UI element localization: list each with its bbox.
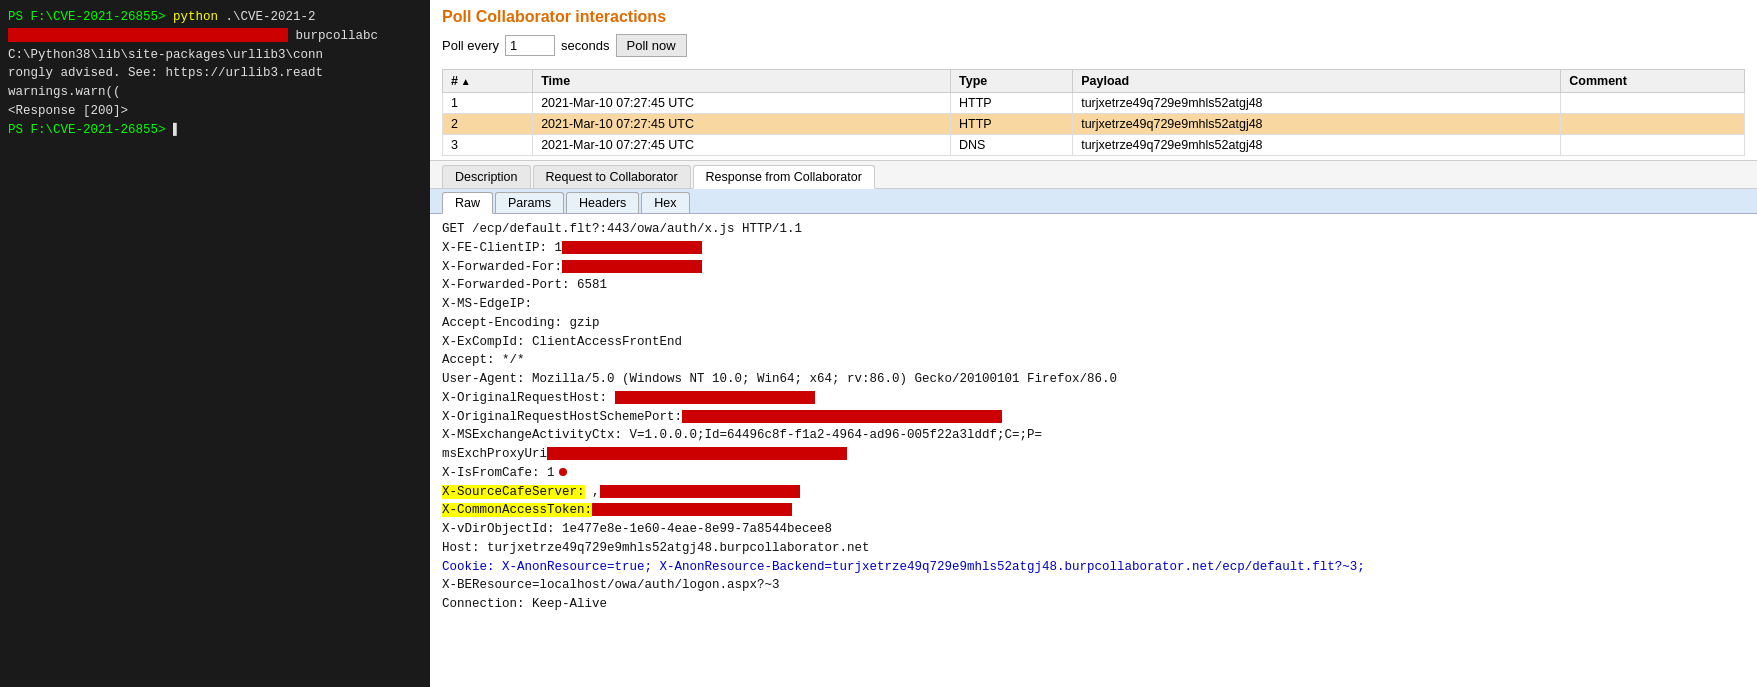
content-line-5: X-MS-EdgeIP: [442,295,1745,314]
cell-time: 2021-Mar-10 07:27:45 UTC [533,135,951,156]
tab-raw[interactable]: Raw [442,192,493,214]
table-row[interactable]: 22021-Mar-10 07:27:45 UTCHTTPturjxetrze4… [443,114,1745,135]
poll-section: Poll Collaborator interactions Poll ever… [430,0,1757,69]
content-line-12: X-MSExchangeActivityCtx: V=1.0.0.0;Id=64… [442,426,1745,445]
cell-type: HTTP [951,93,1073,114]
term-line-6: <Response [200]> [8,102,422,121]
tab-response-from-collaborator[interactable]: Response from Collaborator [693,165,875,189]
tab-hex[interactable]: Hex [641,192,689,213]
table-row[interactable]: 12021-Mar-10 07:27:45 UTCHTTPturjxetrze4… [443,93,1745,114]
term-line-1: PS F:\CVE-2021-26855> python .\CVE-2021-… [8,8,422,27]
term-line-5: warnings.warn(( [8,83,422,102]
cell-comment [1561,114,1745,135]
table-header-row: # Time Type Payload Comment [443,70,1745,93]
content-line-19: Cookie: X-AnonResource=true; X-AnonResou… [442,558,1745,577]
poll-now-button[interactable]: Poll now [616,34,687,57]
poll-seconds-label: seconds [561,38,609,53]
content-line-6: Accept-Encoding: gzip [442,314,1745,333]
col-header-payload[interactable]: Payload [1073,70,1561,93]
redact-proxy-uri [547,447,847,460]
content-line-21: Connection: Keep-Alive [442,595,1745,614]
content-line-3: X-Forwarded-For: [442,258,1745,277]
red-dot-indicator [559,468,567,476]
outer-tabs: Description Request to Collaborator Resp… [430,161,1757,189]
content-line-9: User-Agent: Mozilla/5.0 (Windows NT 10.0… [442,370,1745,389]
inner-tabs: Raw Params Headers Hex [430,189,1757,214]
redact-forwarded-for [562,260,702,273]
term-line-2: burpcollabc [8,27,422,46]
content-line-7: X-ExCompId: ClientAccessFrontEnd [442,333,1745,352]
col-header-id[interactable]: # [443,70,533,93]
table-body: 12021-Mar-10 07:27:45 UTCHTTPturjxetrze4… [443,93,1745,156]
redact-orig-host [615,391,815,404]
cell-time: 2021-Mar-10 07:27:45 UTC [533,93,951,114]
cell-id: 1 [443,93,533,114]
interactions-table: # Time Type Payload Comment 12021-Mar-10… [442,69,1745,156]
poll-controls: Poll every seconds Poll now [442,34,1745,57]
content-line-4: X-Forwarded-Port: 6581 [442,276,1745,295]
cell-id: 2 [443,114,533,135]
poll-every-label: Poll every [442,38,499,53]
col-header-type[interactable]: Type [951,70,1073,93]
content-line-17: X-vDirObjectId: 1e477e8e-1e60-4eae-8e99-… [442,520,1745,539]
cell-payload: turjxetrze49q729e9mhls52atgj48 [1073,135,1561,156]
term-line-7: PS F:\CVE-2021-26855> ▌ [8,121,422,140]
tab-request-to-collaborator[interactable]: Request to Collaborator [533,165,691,188]
cell-type: HTTP [951,114,1073,135]
term-line-3: C:\Python38\lib\site-packages\urllib3\co… [8,46,422,65]
redact-access-token [592,503,792,516]
content-line-15: X-SourceCafeServer: , [442,483,1745,502]
col-header-time[interactable]: Time [533,70,951,93]
term-prompt-text: PS F:\CVE-2021-26855> [8,10,166,24]
cell-comment [1561,93,1745,114]
poll-title: Poll Collaborator interactions [442,8,1745,26]
content-line-11: X-OriginalRequestHostSchemePort: [442,408,1745,427]
poll-interval-input[interactable] [505,35,555,56]
content-line-16: X-CommonAccessToken: [442,501,1745,520]
table-row[interactable]: 32021-Mar-10 07:27:45 UTCDNSturjxetrze49… [443,135,1745,156]
tab-headers[interactable]: Headers [566,192,639,213]
cell-payload: turjxetrze49q729e9mhls52atgj48 [1073,93,1561,114]
tab-description[interactable]: Description [442,165,531,188]
redacted-url [8,28,288,42]
redact-fe-clientip [562,241,702,254]
content-line-20: X-BEResource=localhost/owa/auth/logon.as… [442,576,1745,595]
term-line-4: rongly advised. See: https://urllib3.rea… [8,64,422,83]
content-line-18: Host: turjxetrze49q729e9mhls52atgj48.bur… [442,539,1745,558]
col-header-comment[interactable]: Comment [1561,70,1745,93]
cell-comment [1561,135,1745,156]
cell-payload: turjxetrze49q729e9mhls52atgj48 [1073,114,1561,135]
content-line-13: msExchProxyUri [442,445,1745,464]
cell-time: 2021-Mar-10 07:27:45 UTC [533,114,951,135]
redact-cafe-server [600,485,800,498]
content-line-8: Accept: */* [442,351,1745,370]
tab-params[interactable]: Params [495,192,564,213]
content-line-14: X-IsFromCafe: 1 [442,464,1745,483]
terminal-panel: PS F:\CVE-2021-26855> python .\CVE-2021-… [0,0,430,687]
cell-id: 3 [443,135,533,156]
content-line-1: GET /ecp/default.flt?:443/owa/auth/x.js … [442,220,1745,239]
redact-scheme-port [682,410,1002,423]
content-line-10: X-OriginalRequestHost: [442,389,1745,408]
right-panel: Poll Collaborator interactions Poll ever… [430,0,1757,687]
cell-type: DNS [951,135,1073,156]
detail-section: Description Request to Collaborator Resp… [430,160,1757,687]
content-line-2: X-FE-ClientIP: 1 [442,239,1745,258]
content-area: GET /ecp/default.flt?:443/owa/auth/x.js … [430,214,1757,687]
